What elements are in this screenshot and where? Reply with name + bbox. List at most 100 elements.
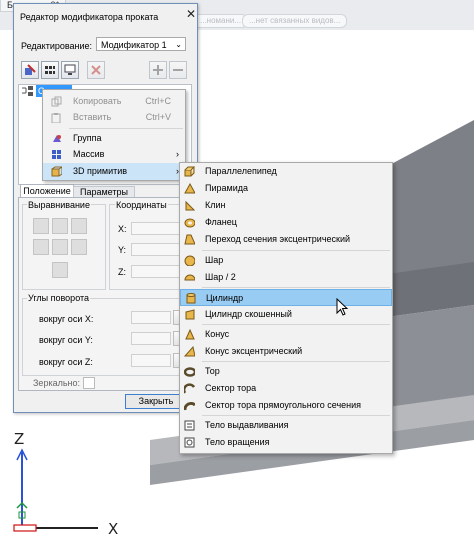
pyramid-icon (184, 183, 195, 194)
menu-item-beveled-cylinder[interactable]: Цилиндр скошенный (180, 306, 392, 323)
minus-icon (173, 69, 183, 71)
tree-node-icon (22, 86, 33, 96)
extrusion-icon (184, 420, 195, 431)
copy-icon (51, 96, 62, 107)
align-right-button[interactable] (71, 239, 87, 255)
flange-icon (184, 218, 195, 228)
rotation-z-label: вокруг оси Z: (39, 357, 93, 367)
align-top-left-button[interactable] (33, 218, 49, 234)
grid-icon (45, 66, 55, 74)
torus-sector-icon (184, 383, 195, 394)
rect-torus-sector-icon (184, 402, 195, 411)
cone-icon (185, 329, 195, 340)
coord-z-input[interactable] (131, 265, 181, 278)
tab-position[interactable]: Положение (20, 184, 74, 198)
align-center-button[interactable] (52, 239, 68, 255)
mirror-label: Зеркально: (33, 378, 81, 388)
torus-icon (184, 367, 195, 377)
group-icon (53, 135, 61, 142)
hemisphere-icon (184, 274, 195, 281)
sphere-icon (184, 255, 195, 266)
modifier-select-value: Модификатор 1 (101, 40, 167, 50)
axis-x-label: X (108, 520, 119, 538)
align-left-button[interactable] (33, 239, 49, 255)
delete-icon (91, 65, 101, 75)
coord-y-input[interactable] (131, 243, 181, 256)
coord-z-label: Z: (118, 267, 126, 277)
paste-icon (51, 113, 61, 123)
menu-separator (202, 287, 390, 288)
menu-separator (202, 415, 390, 416)
menu-item-flange[interactable]: Фланец (180, 214, 392, 231)
properties-button[interactable] (61, 61, 79, 79)
menu-item-copy[interactable]: Копировать Ctrl+C (43, 93, 185, 110)
rotation-z-input[interactable] (131, 354, 171, 367)
menu-item-pyramid[interactable]: Пирамида (180, 180, 392, 197)
edit-label: Редактирование: (21, 41, 93, 51)
alignment-group-label: Выравнивание (27, 200, 91, 210)
menu-item-hemisphere[interactable]: Шар / 2 (180, 269, 392, 286)
edit-element-button[interactable] (21, 61, 39, 79)
modifier-editor-dialog: Редактор модификатора проката ✕ Редактир… (13, 3, 198, 413)
align-bottom-button[interactable] (52, 262, 68, 278)
revolution-icon (184, 437, 195, 448)
rotation-x-label: вокруг оси X: (39, 314, 94, 324)
beveled-cylinder-icon (185, 309, 195, 320)
tab-panel-position: Выравнивание Координаты X: Y: Z: Углы по… (18, 197, 192, 391)
menu-item-3d-primitive[interactable]: 3D примитив › (43, 163, 185, 180)
parallelepiped-icon (184, 166, 195, 177)
close-icon[interactable]: ✕ (186, 8, 196, 20)
menu-item-parallelepiped[interactable]: Параллелепипед (180, 163, 392, 180)
menu-item-paste[interactable]: Вставить Ctrl+V (43, 109, 185, 126)
menu-separator (202, 324, 390, 325)
menu-item-extrusion[interactable]: Тело выдавливания (180, 417, 392, 434)
delete-button[interactable] (87, 61, 105, 79)
array-icon (52, 150, 61, 159)
coord-x-input[interactable] (131, 222, 181, 235)
menu-item-cylinder[interactable]: Цилиндр (180, 289, 392, 306)
dialog-title: Редактор модификатора проката (20, 12, 159, 22)
menu-separator (69, 128, 183, 129)
menu-item-torus-sector[interactable]: Сектор тора (180, 380, 392, 397)
mouse-cursor-icon (336, 298, 349, 316)
axis-z-label: Z (14, 430, 25, 448)
close-button[interactable]: Закрыть (125, 394, 187, 409)
coord-x-label: X: (118, 224, 127, 234)
rotation-x-input[interactable] (131, 311, 171, 324)
primitive-3d-icon (51, 166, 62, 177)
menu-item-wedge[interactable]: Клин (180, 197, 392, 214)
menu-item-group[interactable]: Группа (43, 130, 185, 147)
align-top-right-button[interactable] (71, 218, 87, 234)
menu-item-cone[interactable]: Конус (180, 326, 392, 343)
monitor-icon (64, 64, 76, 75)
add-button[interactable] (149, 61, 167, 79)
element-list-button[interactable] (41, 61, 59, 79)
rotation-y-label: вокруг оси Y: (39, 335, 93, 345)
align-top-button[interactable] (52, 218, 68, 234)
menu-item-revolution[interactable]: Тело вращения (180, 434, 392, 451)
rotation-group-label: Углы поворота (27, 293, 91, 303)
edit-element-icon (25, 64, 36, 75)
menu-item-sphere[interactable]: Шар (180, 252, 392, 269)
chevron-down-icon: ⌄ (175, 40, 182, 49)
rotation-y-input[interactable] (131, 332, 171, 345)
menu-separator (202, 250, 390, 251)
context-menu: Копировать Ctrl+C Вставить Ctrl+V Группа… (42, 89, 186, 181)
submenu-arrow-icon: › (176, 149, 179, 159)
wedge-icon (185, 200, 195, 211)
primitives-submenu: Параллелепипед Пирамида Клин Фланец Пере… (179, 162, 393, 454)
eccentric-transition-icon (184, 234, 195, 245)
plus-icon (153, 65, 163, 75)
coordinates-group-label: Координаты (115, 200, 168, 210)
menu-item-eccentric-cone[interactable]: Конус эксцентрический (180, 343, 392, 360)
mirror-checkbox[interactable] (83, 377, 95, 389)
remove-button[interactable] (169, 61, 187, 79)
menu-item-torus[interactable]: Тор (180, 363, 392, 380)
menu-item-array[interactable]: Массив › (43, 146, 185, 163)
menu-item-eccentric-transition[interactable]: Переход сечения эксцентрический (180, 231, 392, 248)
modifier-select[interactable]: Модификатор 1 ⌄ (96, 37, 186, 51)
eccentric-cone-icon (184, 346, 195, 357)
menu-item-rect-torus-sector[interactable]: Сектор тора прямоугольного сечения (180, 397, 392, 414)
menu-separator (202, 361, 390, 362)
coord-y-label: Y: (118, 245, 127, 255)
